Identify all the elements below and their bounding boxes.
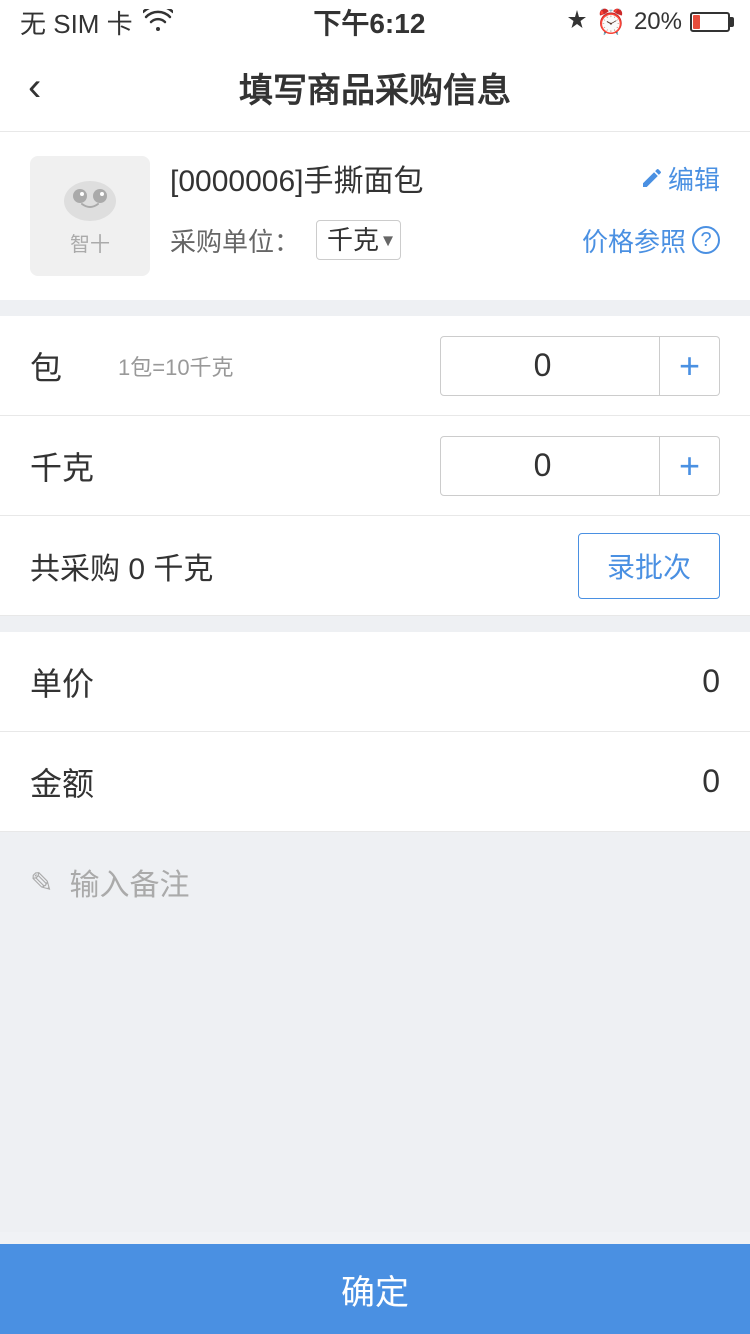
remark-section[interactable]: ✎ 输入备注	[0, 832, 750, 932]
kg-qty-control: +	[440, 436, 720, 496]
unit-price-label: 单价	[30, 659, 94, 705]
product-card: 智十 [0000006]手撕面包 编辑 采购单位： 千克 包 价格参照 ?	[0, 132, 750, 300]
bag-qty-input[interactable]	[440, 336, 660, 396]
battery-icon	[690, 12, 730, 32]
location-icon	[566, 8, 588, 37]
confirm-label: 确定	[341, 1265, 409, 1314]
nav-bar: ‹ 填写商品采购信息	[0, 44, 750, 132]
bag-input-row: 包 1包=10千克 +	[0, 316, 750, 416]
amount-label: 金额	[30, 759, 94, 805]
kg-qty-input[interactable]	[440, 436, 660, 496]
product-thumb-label: 智十	[70, 228, 110, 257]
total-amount: 0	[128, 553, 145, 586]
kg-input-row: 千克 +	[0, 416, 750, 516]
section-divider-2	[0, 616, 750, 632]
product-name: [0000006]手撕面包	[170, 156, 423, 200]
no-sim-text: 无 SIM 卡	[20, 4, 133, 41]
price-ref-icon: ?	[692, 226, 720, 254]
pencil-icon: ✎	[30, 866, 53, 899]
edit-button[interactable]: 编辑	[640, 160, 720, 197]
price-ref-button[interactable]: 价格参照 ?	[582, 222, 720, 259]
page-title: 填写商品采购信息	[239, 63, 511, 112]
product-info: [0000006]手撕面包 编辑 采购单位： 千克 包 价格参照 ?	[170, 156, 720, 260]
kg-label: 千克	[30, 443, 110, 489]
input-section: 包 1包=10千克 + 千克 +	[0, 316, 750, 516]
product-thumbnail: 智十	[30, 156, 150, 276]
wifi-icon	[143, 7, 173, 38]
record-batch-button[interactable]: 录批次	[578, 533, 720, 599]
remark-input[interactable]: 输入备注	[69, 860, 189, 904]
status-time: 下午6:12	[313, 2, 425, 42]
unit-label: 采购单位：	[170, 222, 300, 259]
amount-value: 0	[702, 763, 720, 800]
section-divider-1	[0, 300, 750, 316]
kg-plus-button[interactable]: +	[660, 436, 720, 496]
amount-row: 金额 0	[0, 732, 750, 832]
bag-label: 包	[30, 343, 110, 389]
status-right: ⏰ 20%	[566, 8, 730, 37]
bag-qty-control: +	[440, 336, 720, 396]
battery-percent: 20%	[634, 8, 682, 36]
back-button[interactable]: ‹	[28, 65, 41, 110]
bag-plus-button[interactable]: +	[660, 336, 720, 396]
price-section: 单价 0 金额 0	[0, 632, 750, 832]
total-row: 共采购 0 千克 录批次	[0, 516, 750, 616]
status-bar: 无 SIM 卡 下午6:12 ⏰ 20%	[0, 0, 750, 44]
unit-price-value: 0	[702, 663, 720, 700]
confirm-button[interactable]: 确定	[0, 1244, 750, 1334]
unit-select-wrap[interactable]: 千克 包	[316, 220, 401, 260]
alarm-icon: ⏰	[596, 8, 626, 37]
status-left: 无 SIM 卡	[20, 4, 173, 41]
bottom-area	[0, 932, 750, 1232]
unit-select[interactable]: 千克 包	[316, 220, 401, 260]
unit-price-row: 单价 0	[0, 632, 750, 732]
bag-sublabel: 1包=10千克	[118, 350, 440, 382]
total-text: 共采购 0 千克	[30, 544, 213, 588]
